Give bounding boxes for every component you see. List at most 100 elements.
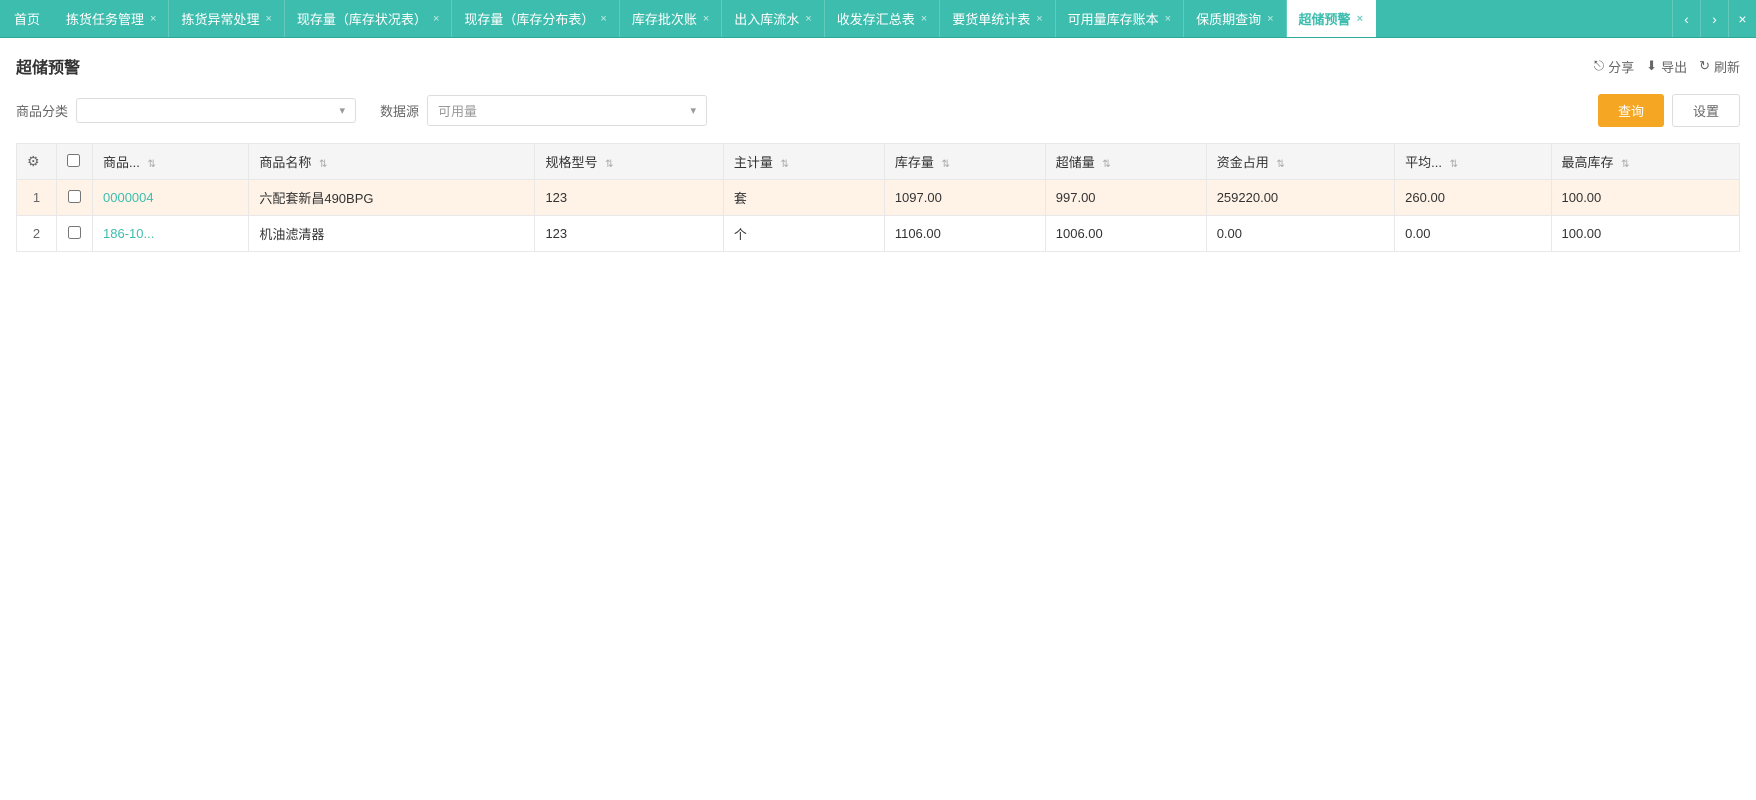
export-icon: ⬇ <box>1646 58 1657 74</box>
page-content: 超储预警 ⎋ 分享 ⬇ 导出 ↻ 刷新 商品分类 ▾ 数据源 <box>0 38 1756 800</box>
tab-order-stat-close[interactable]: × <box>1036 13 1042 25</box>
nav-home[interactable]: 首页 <box>0 9 54 28</box>
row-unit: 套 <box>723 180 884 216</box>
row-avg: 260.00 <box>1395 180 1551 216</box>
nav-arrow-left[interactable]: ‹ <box>1672 0 1700 38</box>
tab-inventory-dist[interactable]: 现存量（库存分布表）× <box>452 0 619 38</box>
tab-collect-close[interactable]: × <box>921 13 927 25</box>
sort-overstock-icon: ⇅ <box>1102 159 1110 170</box>
row-maxstock: 100.00 <box>1551 216 1740 252</box>
row-name: 机油滤清器 <box>249 216 535 252</box>
export-button[interactable]: ⬇ 导出 <box>1646 57 1687 76</box>
refresh-button[interactable]: ↻ 刷新 <box>1699 57 1740 76</box>
row-maxstock: 100.00 <box>1551 180 1740 216</box>
row-checkbox-0[interactable] <box>68 190 81 203</box>
sort-avg-icon: ⇅ <box>1450 159 1458 170</box>
tab-batch[interactable]: 库存批次账× <box>620 0 722 38</box>
tab-expiry-close[interactable]: × <box>1267 13 1273 25</box>
table-body: 1 0000004 六配套新昌490BPG123套1097.00997.002592… <box>17 180 1740 252</box>
tab-task[interactable]: 拣货任务管理× <box>54 0 169 38</box>
gear-icon[interactable]: ⚙ <box>27 153 40 169</box>
col-header-stock[interactable]: 库存量 ⇅ <box>884 144 1045 180</box>
tab-task-close[interactable]: × <box>150 13 156 25</box>
page-header: 超储预警 ⎋ 分享 ⬇ 导出 ↻ 刷新 <box>16 54 1740 78</box>
col-header-avg[interactable]: 平均... ⇅ <box>1395 144 1551 180</box>
tab-inventory-status-close[interactable]: × <box>433 13 439 25</box>
row-stock: 1106.00 <box>884 216 1045 252</box>
datasource-select-text: 可用量 <box>438 101 477 120</box>
select-all-checkbox[interactable] <box>67 154 80 167</box>
row-sku[interactable]: 186-10... <box>93 216 249 252</box>
col-header-capital[interactable]: 资金占用 ⇅ <box>1206 144 1394 180</box>
top-navigation: 首页 拣货任务管理×拣货异常处理×现存量（库存状况表）×现存量（库存分布表）×库… <box>0 0 1756 38</box>
tab-abnormal-close[interactable]: × <box>265 13 271 25</box>
sort-name-icon: ⇅ <box>319 159 327 170</box>
query-button[interactable]: 查询 <box>1598 94 1664 127</box>
row-sku-link[interactable]: 186-10... <box>103 226 154 241</box>
sort-stock-icon: ⇅ <box>941 159 949 170</box>
row-num: 2 <box>17 216 57 252</box>
row-spec: 123 <box>535 216 723 252</box>
category-chevron-icon: ▾ <box>339 104 345 117</box>
row-capital: 259220.00 <box>1206 180 1394 216</box>
filter-datasource: 数据源 可用量 ▾ <box>380 95 707 126</box>
datasource-select[interactable]: 可用量 ▾ <box>427 95 707 126</box>
tab-available-close[interactable]: × <box>1165 13 1171 25</box>
nav-arrow-close[interactable]: × <box>1728 0 1756 38</box>
row-avg: 0.00 <box>1395 216 1551 252</box>
table-header: ⚙ 商品... ⇅ 商品名称 ⇅ 规格型号 ⇅ 主计量 <box>17 144 1740 180</box>
nav-arrows: ‹ › × <box>1672 0 1756 38</box>
row-sku[interactable]: 0000004 <box>93 180 249 216</box>
col-header-spec[interactable]: 规格型号 ⇅ <box>535 144 723 180</box>
tab-available[interactable]: 可用量库存账本× <box>1056 0 1184 38</box>
row-overstock: 997.00 <box>1045 180 1206 216</box>
row-overstock: 1006.00 <box>1045 216 1206 252</box>
share-button[interactable]: ⎋ 分享 <box>1594 57 1634 76</box>
col-header-maxstock[interactable]: 最高库存 ⇅ <box>1551 144 1740 180</box>
data-table: ⚙ 商品... ⇅ 商品名称 ⇅ 规格型号 ⇅ 主计量 <box>16 143 1740 252</box>
settings-button[interactable]: 设置 <box>1672 94 1740 127</box>
table-row: 2186-10...机油滤清器123个1106.001006.000.000.0… <box>17 216 1740 252</box>
tab-inout-close[interactable]: × <box>805 13 811 25</box>
col-header-sku[interactable]: 商品... ⇅ <box>93 144 249 180</box>
col-header-name[interactable]: 商品名称 ⇅ <box>249 144 535 180</box>
tab-collect[interactable]: 收发存汇总表× <box>825 0 940 38</box>
row-name: 六配套新昌490BPG <box>249 180 535 216</box>
sort-maxstock-icon: ⇅ <box>1621 159 1629 170</box>
category-label: 商品分类 <box>16 101 68 120</box>
row-check[interactable] <box>57 180 93 216</box>
row-num: 1 <box>17 180 57 216</box>
tab-inventory-status[interactable]: 现存量（库存状况表）× <box>285 0 452 38</box>
sort-spec-icon: ⇅ <box>605 159 613 170</box>
tab-inout[interactable]: 出入库流水× <box>722 0 824 38</box>
header-actions: ⎋ 分享 ⬇ 导出 ↻ 刷新 <box>1594 57 1740 76</box>
tab-order-stat[interactable]: 要货单统计表× <box>940 0 1055 38</box>
share-icon: ⎋ <box>1594 58 1604 74</box>
sort-sku-icon: ⇅ <box>147 159 155 170</box>
filter-buttons: 查询 设置 <box>1598 94 1740 127</box>
row-stock: 1097.00 <box>884 180 1045 216</box>
category-select[interactable]: ▾ <box>76 98 356 123</box>
tab-inventory-dist-close[interactable]: × <box>600 13 606 25</box>
tab-overstock-close[interactable]: × <box>1357 13 1363 25</box>
sort-unit-icon: ⇅ <box>781 159 789 170</box>
col-header-unit[interactable]: 主计量 ⇅ <box>723 144 884 180</box>
nav-arrow-right[interactable]: › <box>1700 0 1728 38</box>
filter-row: 商品分类 ▾ 数据源 可用量 ▾ 查询 设置 <box>16 94 1740 127</box>
tab-abnormal[interactable]: 拣货异常处理× <box>169 0 284 38</box>
row-checkbox-1[interactable] <box>68 226 81 239</box>
col-header-overstock[interactable]: 超储量 ⇅ <box>1045 144 1206 180</box>
table-row: 1 0000004 六配套新昌490BPG123套1097.00997.002592… <box>17 180 1740 216</box>
col-header-check <box>57 144 93 180</box>
tab-expiry[interactable]: 保质期查询× <box>1184 0 1286 38</box>
refresh-icon: ↻ <box>1699 58 1710 74</box>
tab-batch-close[interactable]: × <box>703 13 709 25</box>
sort-capital-icon: ⇅ <box>1276 159 1284 170</box>
tab-overstock[interactable]: 超储预警× <box>1287 0 1376 38</box>
row-check[interactable] <box>57 216 93 252</box>
row-capital: 0.00 <box>1206 216 1394 252</box>
row-spec: 123 <box>535 180 723 216</box>
page-title: 超储预警 <box>16 54 80 78</box>
row-sku-link[interactable]: 0000004 <box>103 190 154 205</box>
row-unit: 个 <box>723 216 884 252</box>
